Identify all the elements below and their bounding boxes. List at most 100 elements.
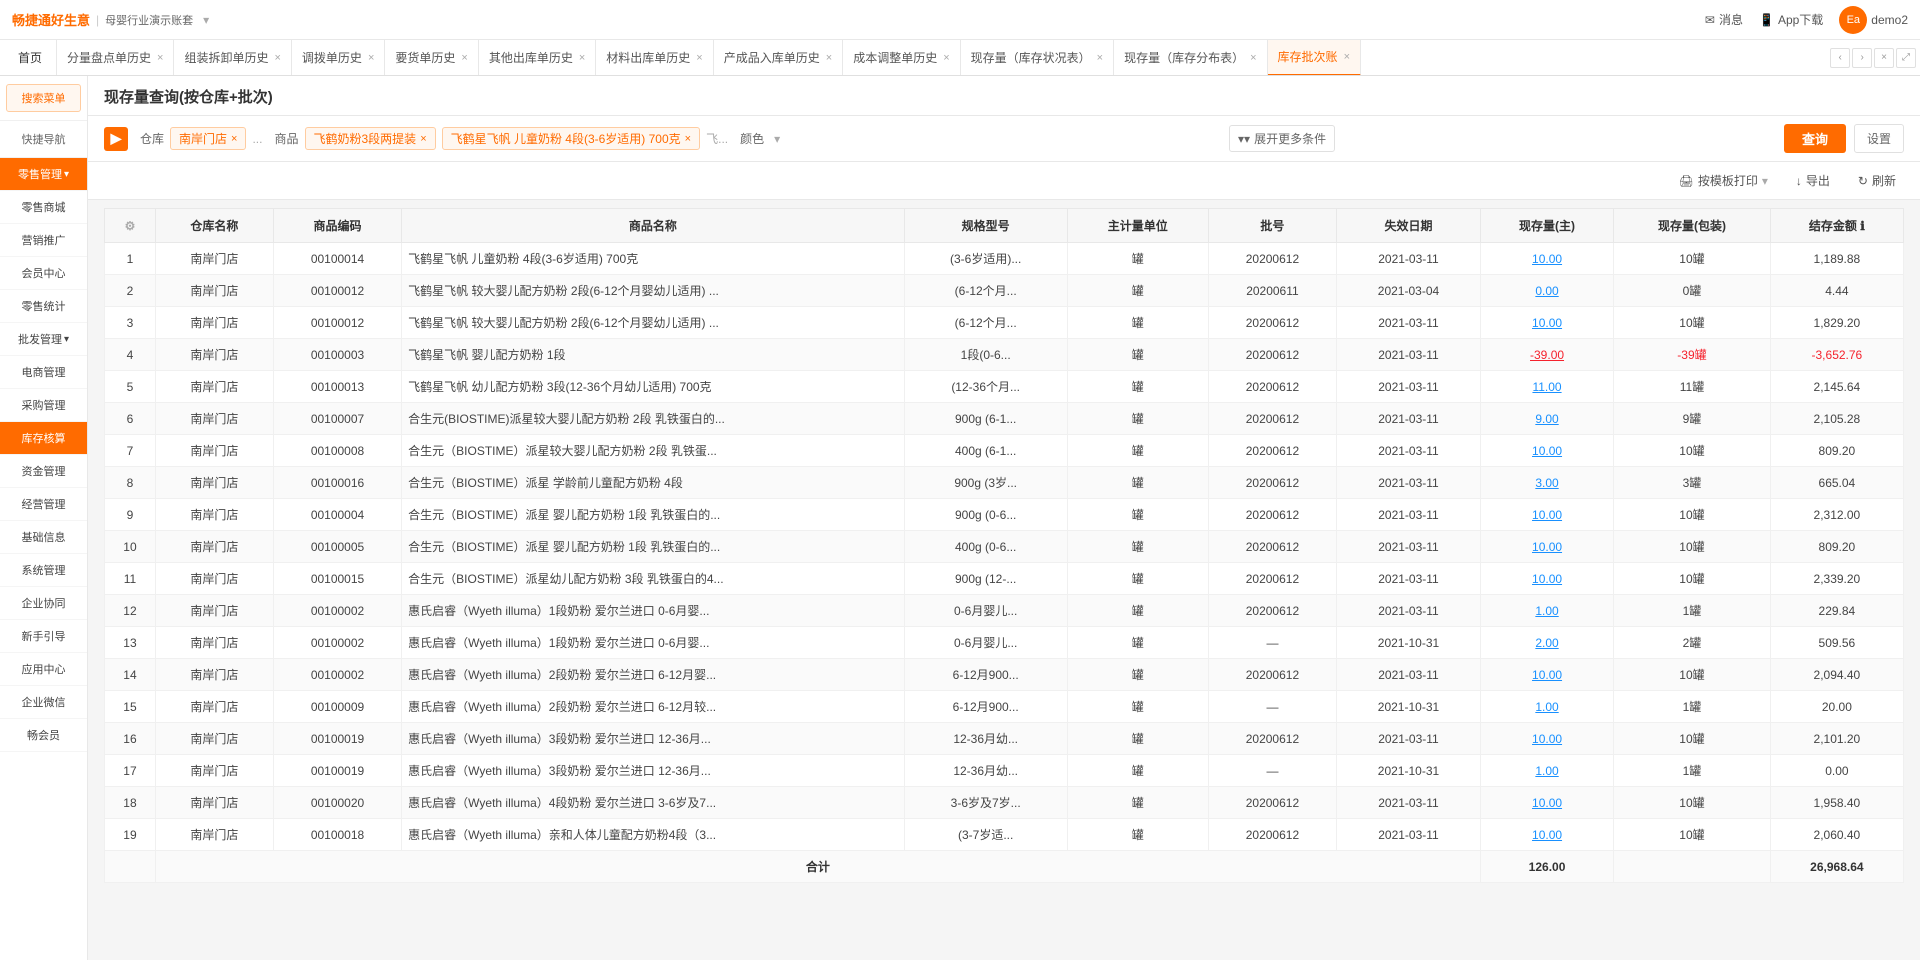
tab-xiancun2[interactable]: 现存量（库存分布表） ×: [1114, 40, 1267, 76]
sidebar-item-marketing[interactable]: 营销推广: [0, 224, 87, 257]
tab-close[interactable]: ×: [579, 52, 585, 64]
sidebar-item-purchase[interactable]: 采购管理: [0, 389, 87, 422]
search-menu-btn[interactable]: 搜索菜单: [6, 84, 81, 112]
tab-home[interactable]: 首页: [4, 40, 57, 76]
sidebar-item-wechat[interactable]: 企业微信: [0, 686, 87, 719]
tab-close-all[interactable]: ×: [1874, 48, 1894, 68]
user-area[interactable]: Ea demo2: [1839, 6, 1908, 34]
print-btn[interactable]: 🖨 按模板打印 ▾: [1671, 168, 1776, 193]
cell-qty-main[interactable]: 10.00: [1480, 819, 1613, 851]
cell-qty-main[interactable]: -39.00: [1480, 339, 1613, 371]
tab-cailiao[interactable]: 材料出库单历史 ×: [596, 40, 713, 76]
sidebar-item-collab[interactable]: 企业协同: [0, 587, 87, 620]
cell-unit: 罐: [1067, 499, 1208, 531]
product-tag-2[interactable]: 飞鹤星飞帆 儿童奶粉 4段(3-6岁适用) 700克 ×: [442, 127, 700, 150]
tab-close[interactable]: ×: [1097, 52, 1103, 64]
app-download-btn[interactable]: 📱 App下载: [1759, 11, 1823, 28]
tab-close[interactable]: ×: [826, 52, 832, 64]
cell-qty-pkg: 10罐: [1614, 531, 1771, 563]
cell-qty-main[interactable]: 10.00: [1480, 435, 1613, 467]
cell-qty-main[interactable]: 10.00: [1480, 723, 1613, 755]
query-button[interactable]: 查询: [1784, 124, 1846, 153]
product-tag-1[interactable]: 飞鹤奶粉3段两提装 ×: [305, 127, 436, 150]
cell-qty-main[interactable]: 10.00: [1480, 499, 1613, 531]
filter-expand-btn[interactable]: ▶: [104, 127, 128, 151]
footer-total-qty: 126.00: [1480, 851, 1613, 883]
cell-qty-main[interactable]: 0.00: [1480, 275, 1613, 307]
dropdown-icon[interactable]: ▾: [203, 13, 209, 27]
tab-close[interactable]: ×: [368, 52, 374, 64]
sidebar-item-retail[interactable]: 零售管理 ▾: [0, 158, 87, 191]
product-tag-2-remove[interactable]: ×: [685, 133, 691, 145]
cell-qty-main[interactable]: 10.00: [1480, 307, 1613, 339]
cell-no: 5: [105, 371, 156, 403]
tab-zuzhuang[interactable]: 组装拆卸单历史 ×: [174, 40, 291, 76]
product-more[interactable]: 飞...: [706, 130, 728, 147]
sidebar-item-wholesale[interactable]: 批发管理 ▾: [0, 323, 87, 356]
cell-warehouse: 南岸门店: [155, 435, 273, 467]
cell-qty-main[interactable]: 1.00: [1480, 595, 1613, 627]
cell-qty-main[interactable]: 10.00: [1480, 563, 1613, 595]
cell-name: 合生元(BIOSTIME)派星较大婴儿配方奶粉 2段 乳铁蛋白的...: [402, 403, 905, 435]
setting-button[interactable]: 设置: [1854, 124, 1904, 153]
cell-qty-main[interactable]: 10.00: [1480, 787, 1613, 819]
cell-qty-main[interactable]: 10.00: [1480, 531, 1613, 563]
tab-maximize[interactable]: ⤢: [1896, 48, 1916, 68]
sidebar-item-vip[interactable]: 畅会员: [0, 719, 87, 752]
export-btn[interactable]: ↓ 导出: [1788, 168, 1838, 193]
tab-close[interactable]: ×: [943, 52, 949, 64]
warehouse-tag[interactable]: 南岸门店 ×: [170, 127, 246, 150]
tab-chengben[interactable]: 成本调整单历史 ×: [843, 40, 960, 76]
sidebar-item-basic[interactable]: 基础信息: [0, 521, 87, 554]
cell-qty-main[interactable]: 11.00: [1480, 371, 1613, 403]
cell-qty-main[interactable]: 2.00: [1480, 627, 1613, 659]
warehouse-more[interactable]: ...: [252, 132, 262, 146]
cell-qty-main[interactable]: 10.00: [1480, 659, 1613, 691]
sidebar-item-operation[interactable]: 经营管理: [0, 488, 87, 521]
sidebar-item-mall[interactable]: 零售商城: [0, 191, 87, 224]
cell-unit: 罐: [1067, 531, 1208, 563]
sidebar-item-appstore[interactable]: 应用中心: [0, 653, 87, 686]
sidebar-item-retail-stat[interactable]: 零售统计: [0, 290, 87, 323]
sidebar-item-finance[interactable]: 资金管理: [0, 455, 87, 488]
cell-code: 00100002: [273, 659, 401, 691]
sidebar-item-system[interactable]: 系统管理: [0, 554, 87, 587]
app-icon: 📱: [1759, 13, 1774, 27]
color-dropdown[interactable]: ▾: [774, 132, 780, 146]
tab-chanpin[interactable]: 产成品入库单历史 ×: [714, 40, 843, 76]
col-gear[interactable]: ⚙: [105, 209, 156, 243]
sidebar-item-inventory[interactable]: 库存核算: [0, 422, 87, 455]
tab-yaohuo[interactable]: 要货单历史 ×: [385, 40, 478, 76]
message-btn[interactable]: ✉ 消息: [1705, 11, 1743, 28]
tab-close-active[interactable]: ×: [1344, 51, 1350, 63]
cell-qty-main[interactable]: 3.00: [1480, 467, 1613, 499]
cell-qty-main[interactable]: 1.00: [1480, 755, 1613, 787]
product-tag-1-remove[interactable]: ×: [420, 133, 426, 145]
cell-qty-pkg: 10罐: [1614, 563, 1771, 595]
sidebar-item-member[interactable]: 会员中心: [0, 257, 87, 290]
tab-fenliang[interactable]: 分量盘点单历史 ×: [57, 40, 174, 76]
cell-qty-main[interactable]: 1.00: [1480, 691, 1613, 723]
tab-next[interactable]: ›: [1852, 48, 1872, 68]
table-header-row: ⚙ 仓库名称 商品编码 商品名称 规格型号 主计量单位 批号 失效日期 现存量(…: [105, 209, 1904, 243]
cell-qty-main[interactable]: 10.00: [1480, 243, 1613, 275]
cell-name: 惠氏启睿（Wyeth illuma）2段奶粉 爱尔兰进口 6-12月婴...: [402, 659, 905, 691]
tab-prev[interactable]: ‹: [1830, 48, 1850, 68]
sidebar-item-guide[interactable]: 新手引导: [0, 620, 87, 653]
tab-close[interactable]: ×: [1250, 52, 1256, 64]
cell-expire: 2021-03-11: [1337, 531, 1481, 563]
sidebar-item-ecommerce[interactable]: 电商管理: [0, 356, 87, 389]
tab-close[interactable]: ×: [461, 52, 467, 64]
cell-qty-main[interactable]: 9.00: [1480, 403, 1613, 435]
expand-more-btn[interactable]: ▾▾ 展开更多条件: [1229, 125, 1335, 152]
tab-qita[interactable]: 其他出库单历史 ×: [479, 40, 596, 76]
refresh-btn[interactable]: ↻ 刷新: [1850, 168, 1904, 193]
tab-diaoBo[interactable]: 调拨单历史 ×: [292, 40, 385, 76]
tab-close[interactable]: ×: [157, 52, 163, 64]
tab-close[interactable]: ×: [696, 52, 702, 64]
tab-xiancun1[interactable]: 现存量（库存状况表） ×: [961, 40, 1114, 76]
tab-kucun-pici[interactable]: 库存批次账 ×: [1268, 40, 1361, 76]
warehouse-remove[interactable]: ×: [231, 133, 237, 145]
tab-close[interactable]: ×: [274, 52, 280, 64]
print-dropdown-icon[interactable]: ▾: [1762, 174, 1768, 188]
